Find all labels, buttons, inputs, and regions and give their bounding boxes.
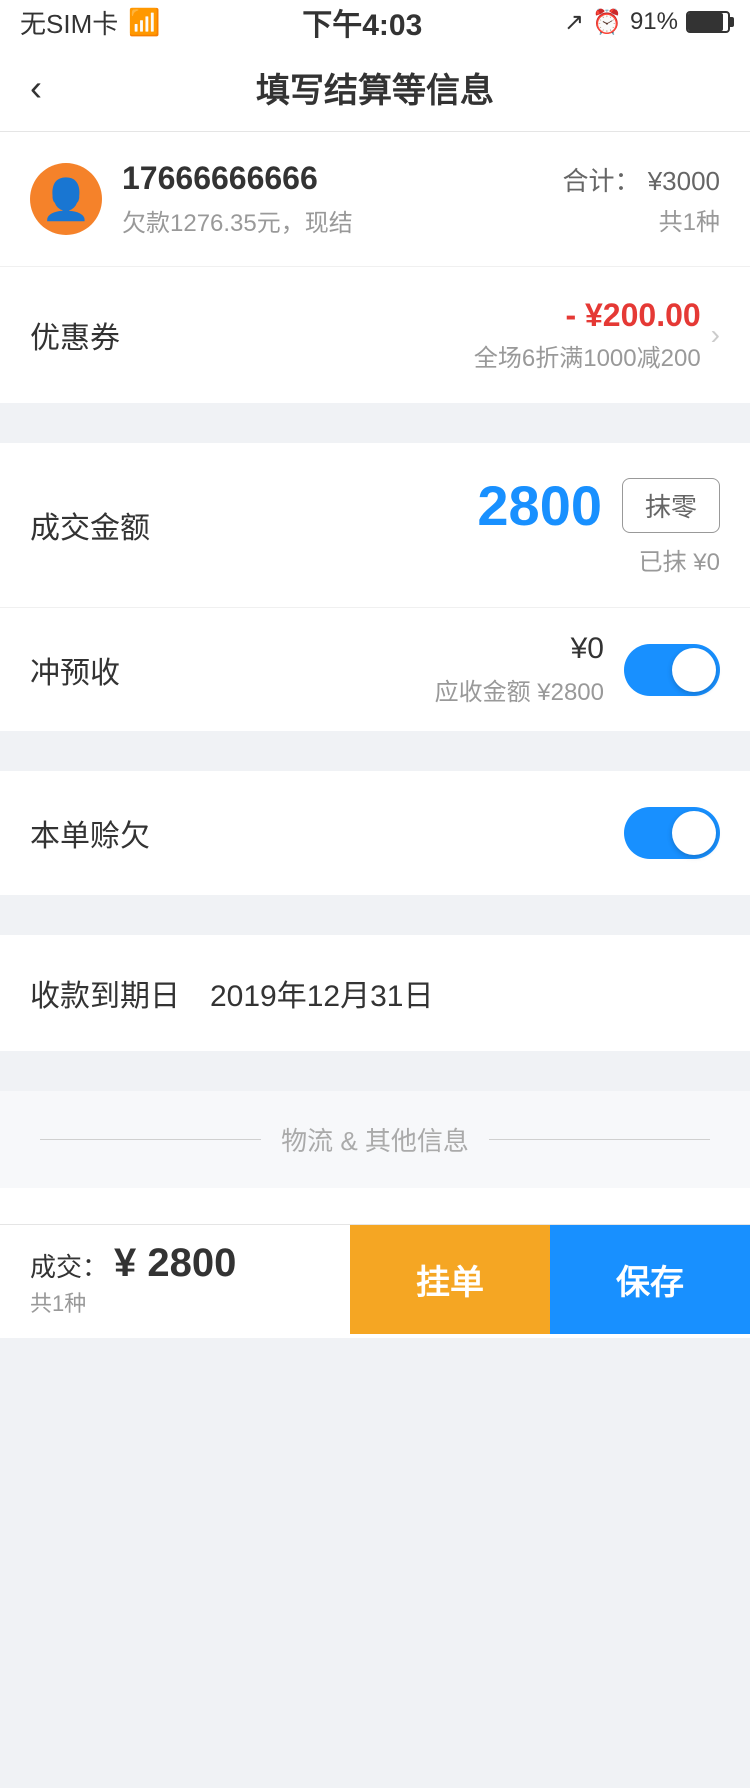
gray-divider-1 [0,423,750,443]
customer-phone: 17666666666 [122,160,353,197]
customer-left: 👤 17666666666 欠款1276.35元，现结 [30,160,353,238]
due-date-label: 收款到期日 [30,971,180,1015]
customer-section: 👤 17666666666 欠款1276.35元，现结 合计： ¥3000 共1… [0,132,750,403]
wifi-icon: 📶 [128,7,160,38]
prepay-amount: ¥0 [571,632,604,666]
nav-bar: ‹ 填写结算等信息 [0,44,750,132]
amount-right: 2800 抹零 [477,473,720,538]
chevron-right-icon: › [711,319,720,351]
deal-sub: 已抹 ¥0 [639,542,720,577]
customer-info: 17666666666 欠款1276.35元，现结 [122,160,353,238]
gray-divider-4 [0,1071,750,1091]
status-left: 无SIM卡 📶 [20,4,161,41]
save-button[interactable]: 保存 [550,1225,750,1334]
toggle-knob [672,648,716,692]
prepay-label: 冲预收 [30,648,120,692]
battery-percent: 91% [630,8,678,36]
alarm-icon: ⏰ [592,8,622,37]
back-button[interactable]: ‹ [30,67,42,109]
customer-sub: 欠款1276.35元，现结 [122,203,353,238]
customer-row: 👤 17666666666 欠款1276.35元，现结 合计： ¥3000 共1… [0,132,750,266]
prepay-right: ¥0 应收金额 ¥2800 [435,632,604,707]
due-date-section: 收款到期日 2019年12月31日 [0,935,750,1051]
gray-divider-2 [0,751,750,771]
prepay-sub: 应收金额 ¥2800 [435,672,604,707]
gray-divider-3 [0,915,750,935]
credit-toggle[interactable] [624,807,720,859]
bottom-bar: 成交： ¥ 2800 共1种 挂单 保存 [0,1224,750,1334]
bottom-summary: 成交： ¥ 2800 共1种 [0,1225,350,1334]
deal-label: 成交金额 [30,503,150,547]
avatar-icon: 👤 [41,176,91,223]
deal-section: 成交金额 2800 抹零 已抹 ¥0 冲预收 ¥0 应收金额 ¥2800 [0,443,750,731]
total-count: 共1种 [562,202,720,237]
no-sim-text: 无SIM卡 [20,4,118,41]
deal-amount-row: 成交金额 2800 抹零 已抹 ¥0 [0,443,750,608]
summary-count: 共1种 [30,1286,320,1318]
hang-button[interactable]: 挂单 [350,1225,550,1334]
coupon-label: 优惠券 [30,313,120,357]
status-time: 下午4:03 [302,0,422,44]
status-bar: 无SIM卡 📶 下午4:03 ↗ ⏰ 91% [0,0,750,44]
due-date-row: 收款到期日 2019年12月31日 [0,935,750,1051]
due-date-value: 2019年12月31日 [210,971,433,1015]
credit-section: 本单赊欠 [0,771,750,895]
status-right: ↗ ⏰ 91% [564,8,730,37]
prepay-row: 冲预收 ¥0 应收金额 ¥2800 [0,608,750,731]
logistics-divider: 物流 & 其他信息 [0,1091,750,1188]
gray-divider-5 [0,1358,750,1658]
credit-toggle-knob [672,811,716,855]
credit-label: 本单赊欠 [30,811,150,855]
total-label: 合计： ¥3000 [562,161,720,198]
coupon-discount: - ¥200.00 [474,297,701,334]
coupon-row[interactable]: 优惠券 - ¥200.00 全场6折满1000减200 › [0,266,750,403]
credit-row: 本单赊欠 [0,771,750,895]
page-title: 填写结算等信息 [256,63,494,112]
logistics-label: 物流 & 其他信息 [281,1121,469,1158]
battery-icon [686,11,730,33]
round-button[interactable]: 抹零 [622,478,720,533]
summary-label: 成交： [30,1247,108,1284]
coupon-desc: 全场6折满1000减200 [474,338,701,373]
coupon-right: - ¥200.00 全场6折满1000减200 › [474,297,720,373]
bottom-spacer [0,1658,750,1788]
avatar: 👤 [30,163,102,235]
prepay-toggle[interactable] [624,644,720,696]
divider-line-left [40,1139,261,1140]
deal-value: 2800 [477,473,602,538]
summary-amount: ¥ 2800 [114,1241,236,1286]
location-icon: ↗ [564,8,584,37]
total-amount: ¥3000 [648,166,720,196]
divider-line-right [489,1139,710,1140]
customer-right: 合计： ¥3000 共1种 [562,161,720,237]
